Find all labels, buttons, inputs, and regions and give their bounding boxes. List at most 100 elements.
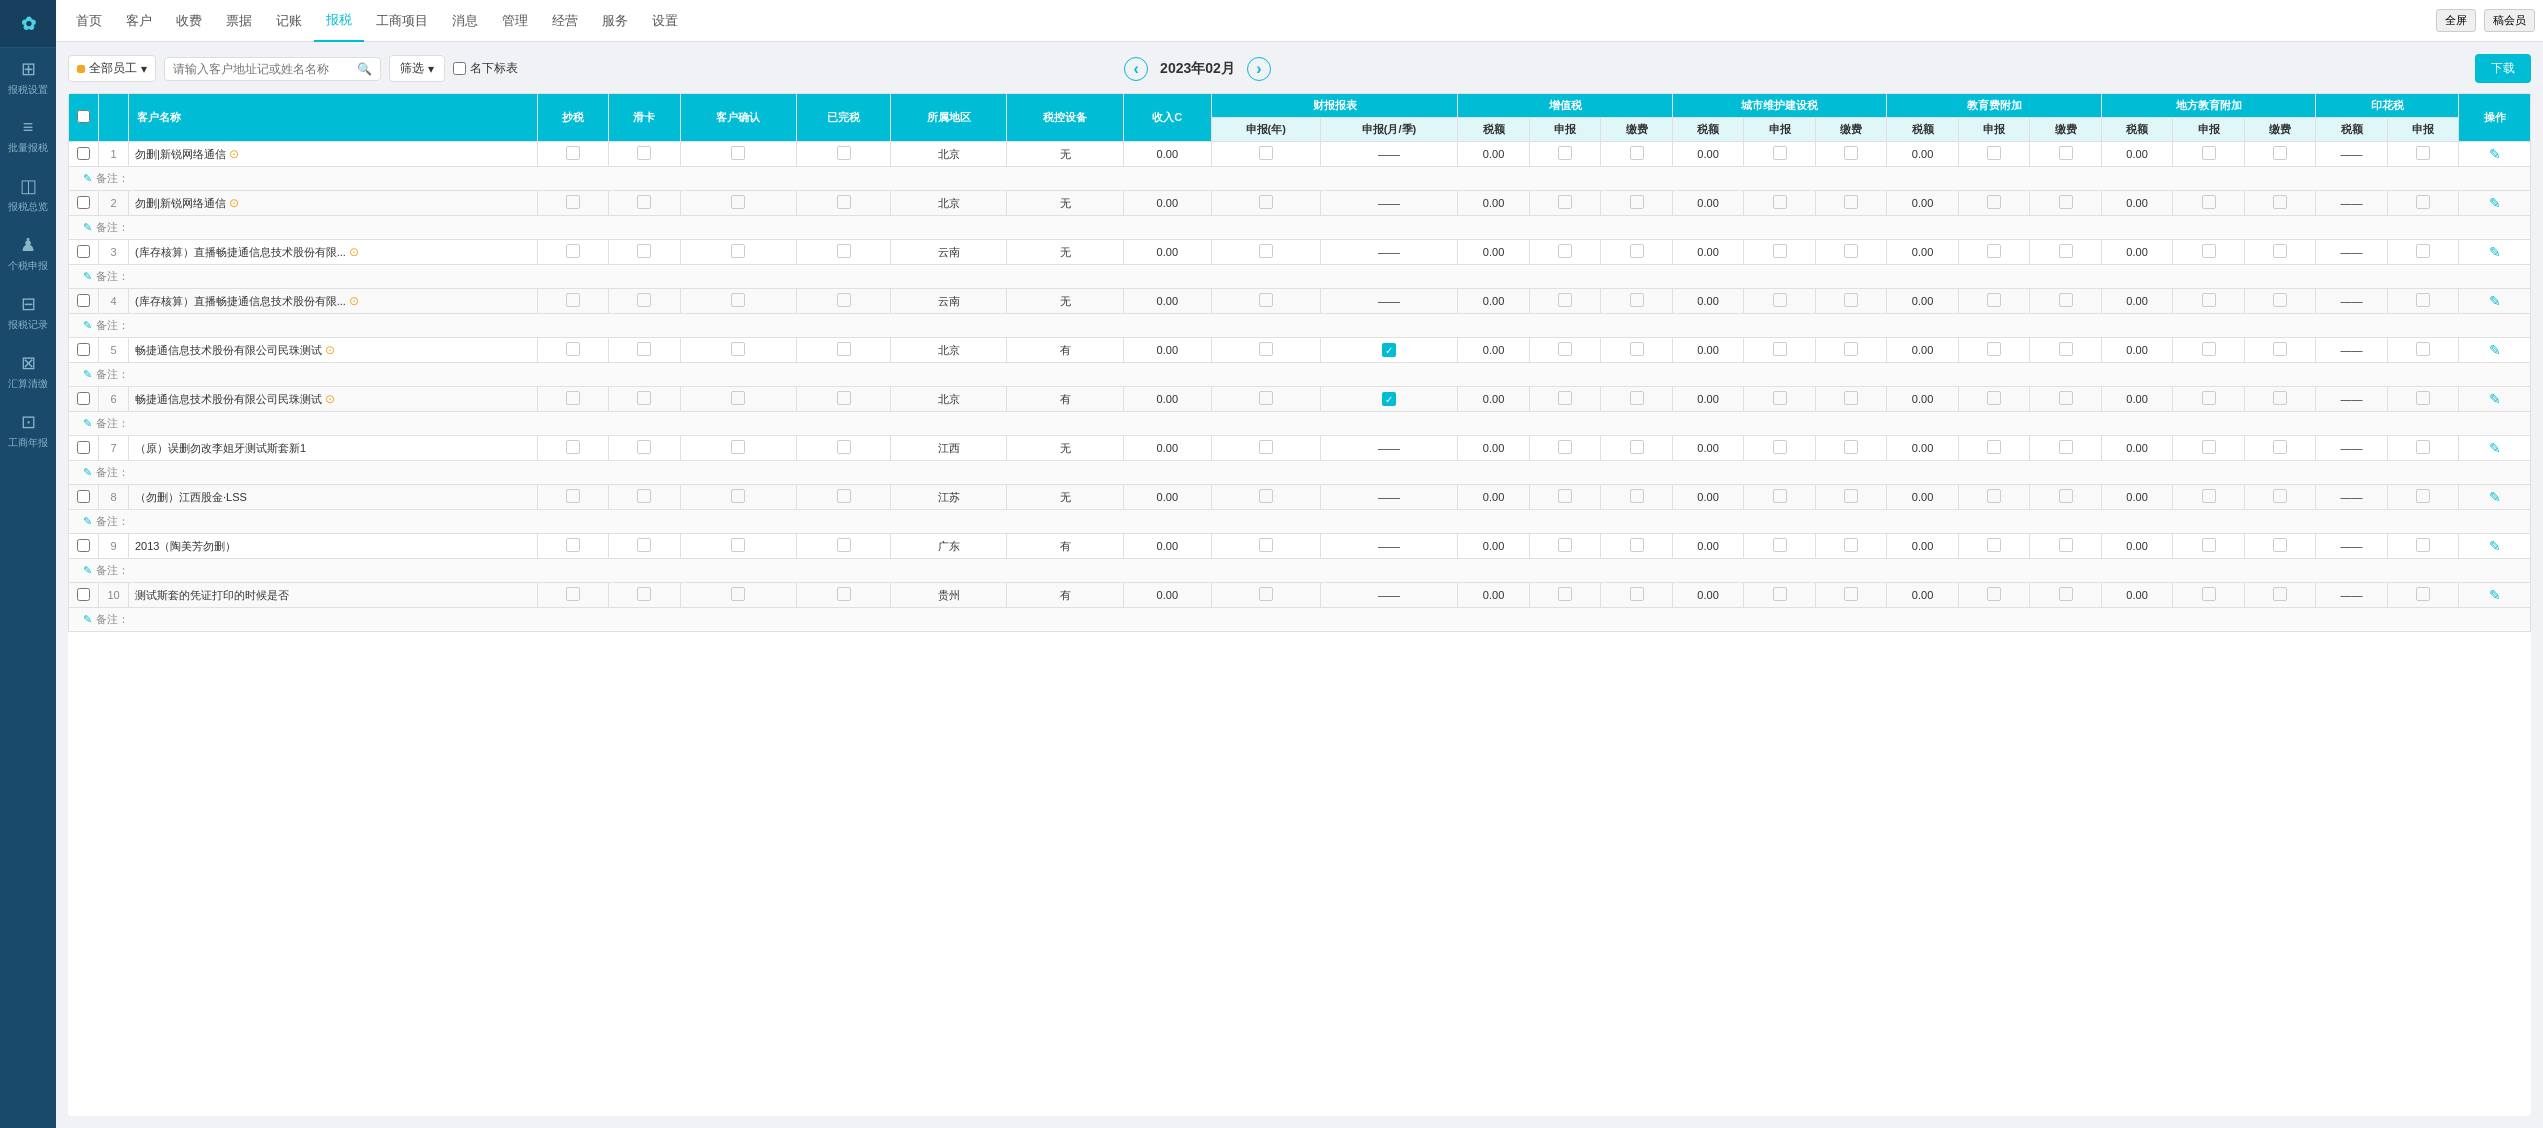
row-edu-pay[interactable] <box>2030 387 2102 412</box>
row-vat-pay[interactable] <box>1601 191 1673 216</box>
note-edit-icon[interactable]: ✎ <box>83 564 92 577</box>
row-local-declare[interactable] <box>2173 534 2245 559</box>
row-vat-declare[interactable] <box>1529 436 1601 461</box>
nav-jingying[interactable]: 经营 <box>540 0 590 42</box>
row-fin-month[interactable]: —— <box>1320 142 1458 167</box>
row-paid[interactable] <box>797 387 891 412</box>
row-select[interactable] <box>69 436 99 461</box>
row-checkbox[interactable] <box>77 539 90 552</box>
note-edit-icon[interactable]: ✎ <box>83 613 92 626</box>
row-checkbox[interactable] <box>77 245 90 258</box>
row-huaka[interactable] <box>609 142 681 167</box>
note-edit-icon[interactable]: ✎ <box>83 221 92 234</box>
row-local-declare[interactable] <box>2173 142 2245 167</box>
nav-jizhang[interactable]: 记账 <box>264 0 314 42</box>
sidebar-item-nianabao[interactable]: ⊡ 工商年报 <box>0 401 56 460</box>
row-action[interactable]: ✎ <box>2459 583 2531 608</box>
row-huaka[interactable] <box>609 436 681 461</box>
employee-filter-select[interactable]: 全部员工 ▾ <box>68 55 156 82</box>
row-vat-declare[interactable] <box>1529 534 1601 559</box>
row-huaka[interactable] <box>609 191 681 216</box>
row-stamp-declare[interactable] <box>2387 485 2459 510</box>
row-edu-declare[interactable] <box>1958 583 2030 608</box>
row-chaoshu[interactable] <box>537 289 609 314</box>
row-city-declare[interactable] <box>1744 289 1816 314</box>
row-action[interactable]: ✎ <box>2459 387 2531 412</box>
row-city-declare[interactable] <box>1744 534 1816 559</box>
row-huaka[interactable] <box>609 387 681 412</box>
row-local-pay[interactable] <box>2244 338 2316 363</box>
row-edu-pay[interactable] <box>2030 289 2102 314</box>
row-local-pay[interactable] <box>2244 485 2316 510</box>
row-city-declare[interactable] <box>1744 436 1816 461</box>
row-fin-year[interactable] <box>1211 338 1320 363</box>
row-action[interactable]: ✎ <box>2459 534 2531 559</box>
row-fin-month[interactable]: —— <box>1320 436 1458 461</box>
row-vat-declare[interactable] <box>1529 583 1601 608</box>
row-paid[interactable] <box>797 436 891 461</box>
row-local-declare[interactable] <box>2173 338 2245 363</box>
row-local-pay[interactable] <box>2244 534 2316 559</box>
sidebar-item-geshuishenabao[interactable]: ♟ 个税申报 <box>0 224 56 283</box>
row-edu-declare[interactable] <box>1958 436 2030 461</box>
row-select[interactable] <box>69 191 99 216</box>
row-action[interactable]: ✎ <box>2459 338 2531 363</box>
row-checkbox[interactable] <box>77 588 90 601</box>
row-vat-pay[interactable] <box>1601 289 1673 314</box>
row-fin-month[interactable]: ✓ <box>1320 338 1458 363</box>
row-city-declare[interactable] <box>1744 240 1816 265</box>
row-city-pay[interactable] <box>1815 436 1887 461</box>
row-chaoshu[interactable] <box>537 142 609 167</box>
row-fin-month[interactable]: —— <box>1320 289 1458 314</box>
nav-customer[interactable]: 客户 <box>114 0 164 42</box>
row-vat-declare[interactable] <box>1529 338 1601 363</box>
row-vat-declare[interactable] <box>1529 387 1601 412</box>
row-paid[interactable] <box>797 240 891 265</box>
row-checkbox[interactable] <box>77 441 90 454</box>
row-confirm[interactable] <box>680 142 796 167</box>
row-vat-declare[interactable] <box>1529 142 1601 167</box>
row-checkbox[interactable] <box>77 147 90 160</box>
nav-piaoju[interactable]: 票据 <box>214 0 264 42</box>
row-city-declare[interactable] <box>1744 191 1816 216</box>
edit-icon[interactable]: ✎ <box>2489 342 2501 358</box>
row-checkbox[interactable] <box>77 294 90 307</box>
row-vat-declare[interactable] <box>1529 240 1601 265</box>
row-vat-pay[interactable] <box>1601 485 1673 510</box>
row-local-declare[interactable] <box>2173 436 2245 461</box>
row-fin-month[interactable]: —— <box>1320 240 1458 265</box>
row-huaka[interactable] <box>609 534 681 559</box>
edit-icon[interactable]: ✎ <box>2489 293 2501 309</box>
row-stamp-declare[interactable] <box>2387 240 2459 265</box>
row-city-pay[interactable] <box>1815 142 1887 167</box>
fullscreen-button[interactable]: 全屏 <box>2436 9 2476 32</box>
note-edit-icon[interactable]: ✎ <box>83 319 92 332</box>
row-edu-pay[interactable] <box>2030 191 2102 216</box>
row-action[interactable]: ✎ <box>2459 436 2531 461</box>
row-chaoshu[interactable] <box>537 240 609 265</box>
row-fin-month[interactable]: —— <box>1320 583 1458 608</box>
row-checkbox[interactable] <box>77 490 90 503</box>
row-huaka[interactable] <box>609 338 681 363</box>
next-month-button[interactable]: › <box>1247 57 1271 81</box>
row-stamp-declare[interactable] <box>2387 142 2459 167</box>
row-vat-pay[interactable] <box>1601 142 1673 167</box>
row-fin-year[interactable] <box>1211 436 1320 461</box>
edit-icon[interactable]: ✎ <box>2489 391 2501 407</box>
filter-button[interactable]: 筛选 ▾ <box>389 55 445 82</box>
edit-icon[interactable]: ✎ <box>2489 195 2501 211</box>
row-stamp-declare[interactable] <box>2387 436 2459 461</box>
nav-shoufei[interactable]: 收费 <box>164 0 214 42</box>
row-fin-year[interactable] <box>1211 191 1320 216</box>
row-edu-pay[interactable] <box>2030 436 2102 461</box>
note-edit-icon[interactable]: ✎ <box>83 417 92 430</box>
row-chaoshu[interactable] <box>537 534 609 559</box>
row-local-declare[interactable] <box>2173 240 2245 265</box>
row-huaka[interactable] <box>609 485 681 510</box>
row-local-pay[interactable] <box>2244 436 2316 461</box>
edit-icon[interactable]: ✎ <box>2489 440 2501 456</box>
row-city-declare[interactable] <box>1744 583 1816 608</box>
search-input[interactable] <box>173 62 353 76</box>
sidebar-item-jilu[interactable]: ⊟ 报税记录 <box>0 283 56 342</box>
row-fin-month[interactable]: —— <box>1320 485 1458 510</box>
